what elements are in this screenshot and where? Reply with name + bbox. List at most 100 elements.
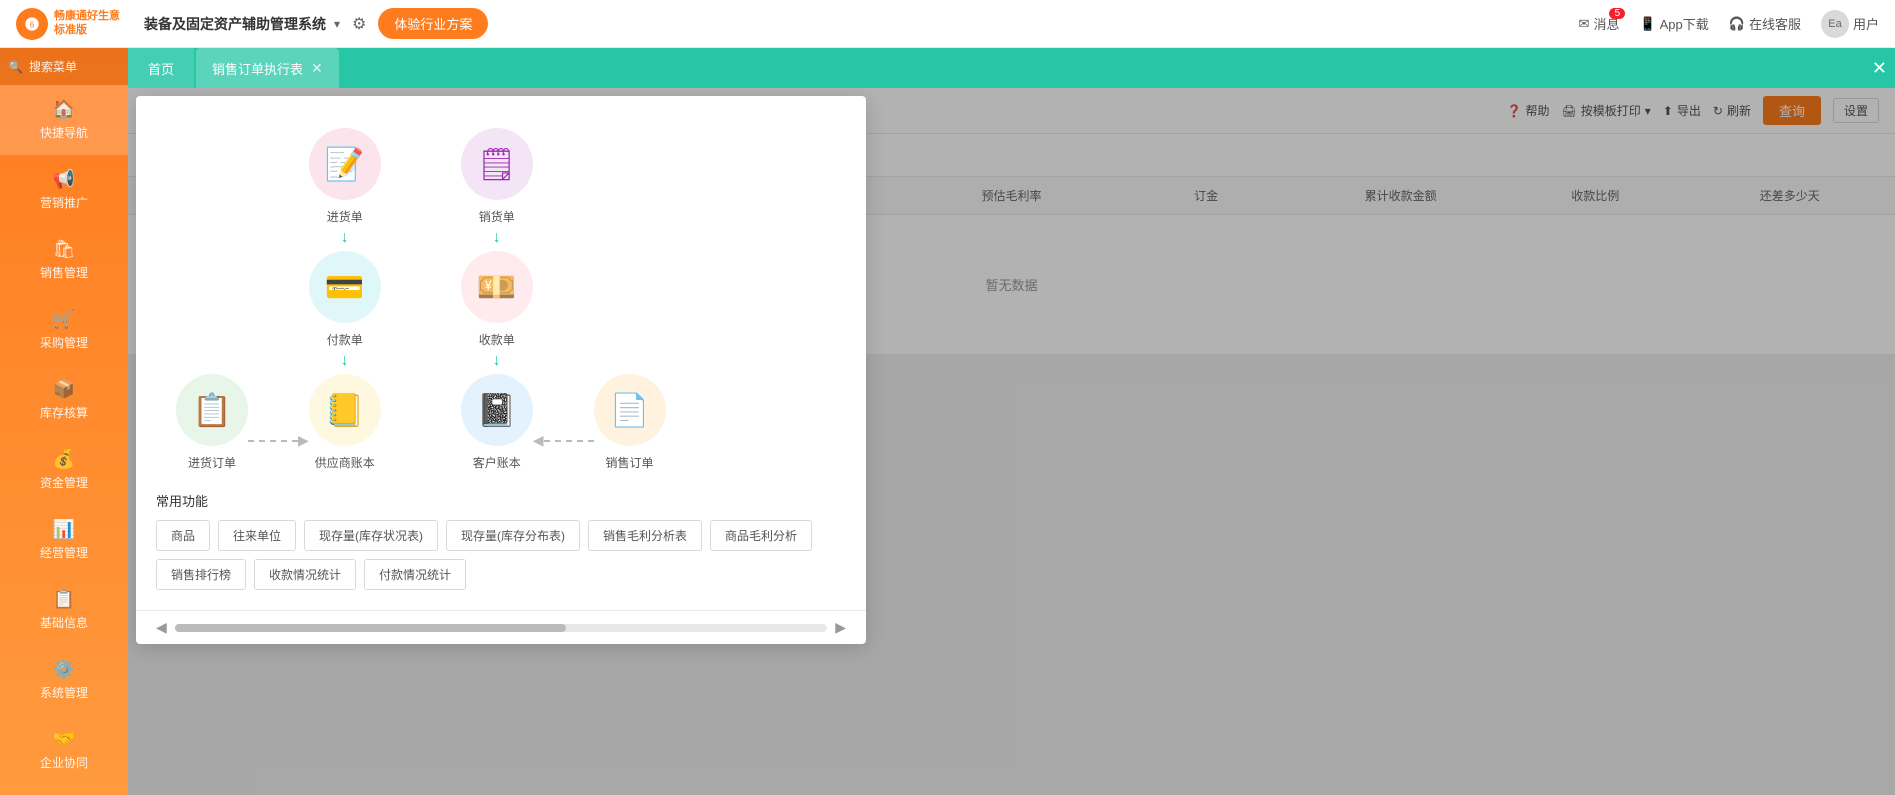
- search-icon: 🔍: [8, 60, 23, 74]
- sidebar-icon-inventory: 📦: [53, 379, 75, 400]
- sidebar-icon-cooperation: 🤝: [53, 729, 75, 750]
- sidebar-item-guide[interactable]: 🧭新手引导: [0, 785, 128, 795]
- flow-circle-purchase-order: 📋: [176, 374, 248, 446]
- sidebar-label-system: 系统管理: [40, 684, 88, 701]
- flow-circle-supplier-ledger: 📒: [309, 374, 381, 446]
- func-button-5[interactable]: 商品毛利分析: [710, 520, 812, 551]
- sidebar-item-finance[interactable]: 💰 资金管理: [0, 435, 128, 505]
- flow-node-sale-order[interactable]: 📄 销售订单: [594, 374, 666, 471]
- system-title-text: 装备及固定资产辅助管理系统: [144, 14, 326, 34]
- func-button-8[interactable]: 付款情况统计: [364, 559, 466, 590]
- tab-bar-right: ✕: [1872, 58, 1895, 79]
- sidebar-icon-sales: 🛍: [53, 239, 76, 260]
- flow-circle-purchase-bill: 📝: [309, 128, 381, 200]
- flow-node-supplier-ledger[interactable]: 📒 供应商账本: [309, 374, 381, 471]
- func-button-0[interactable]: 商品: [156, 520, 210, 551]
- logo-area: 6 畅康通好生意 标准版: [16, 8, 136, 40]
- tab-bar: 首页 销售订单执行表 ✕ ✕: [128, 48, 1895, 88]
- sidebar-search[interactable]: 🔍 搜索菜单: [0, 48, 128, 85]
- scroll-thumb: [175, 624, 566, 632]
- sidebar-icon-purchase: 🛒: [53, 309, 75, 330]
- top-right-area: ✉ 消息 5 📱 App下载 🎧 在线客服 Ea 用户: [1579, 10, 1879, 38]
- sidebar-icon-finance: 💰: [53, 449, 75, 470]
- headset-icon: 🎧: [1729, 16, 1745, 32]
- func-button-6[interactable]: 销售排行榜: [156, 559, 246, 590]
- flow-node-sale-bill[interactable]: 🗒 销货单: [461, 128, 533, 225]
- sidebar-label-purchase: 采购管理: [40, 334, 88, 351]
- sidebar-item-purchase[interactable]: 🛒 采购管理: [0, 295, 128, 365]
- scroll-track[interactable]: [175, 624, 827, 632]
- func-button-2[interactable]: 现存量(库存状况表): [304, 520, 438, 551]
- settings-gear-button[interactable]: ⚙: [352, 14, 366, 34]
- flow-label-purchase-bill: 进货单: [327, 208, 363, 225]
- sidebar-label-base-info: 基础信息: [40, 614, 88, 631]
- avatar: Ea: [1821, 10, 1849, 38]
- sidebar-label-operations: 经营管理: [40, 544, 88, 561]
- flow-circle-sale-bill: 🗒: [461, 128, 533, 200]
- system-title-area: 装备及固定资产辅助管理系统 ▾ ⚙: [144, 14, 366, 34]
- func-button-1[interactable]: 往来单位: [218, 520, 296, 551]
- flow-label-payment: 付款单: [327, 331, 363, 348]
- sidebar-item-quick-nav[interactable]: 🏠 快捷导航: [0, 85, 128, 155]
- sidebar-item-base-info[interactable]: 📋 基础信息: [0, 575, 128, 645]
- scroll-area: ◀ ▶: [136, 610, 866, 644]
- tab-home[interactable]: 首页: [128, 48, 194, 88]
- sidebar-item-marketing[interactable]: 📢营销推广: [0, 155, 128, 225]
- flow-node-payment[interactable]: 💳 付款单: [309, 251, 381, 348]
- system-dropdown-button[interactable]: ▾: [334, 17, 340, 31]
- flow-node-purchase-order[interactable]: 📋 进货订单: [176, 374, 248, 471]
- sidebar-item-operations[interactable]: 📊经营管理: [0, 505, 128, 575]
- flow-node-receipt[interactable]: 💴 收款单: [461, 251, 533, 348]
- arrow-down-purchase: ↓: [341, 229, 349, 247]
- sidebar-label-finance: 资金管理: [40, 474, 88, 491]
- arrow-down-receipt: ↓: [493, 352, 501, 370]
- flow-label-customer-ledger: 客户账本: [473, 454, 521, 471]
- message-icon: ✉: [1579, 16, 1590, 32]
- arrow-down-payment: ↓: [341, 352, 349, 370]
- sidebar-item-system[interactable]: ⚙️系统管理: [0, 645, 128, 715]
- tab-sales-exec[interactable]: 销售订单执行表 ✕: [196, 48, 339, 88]
- flow-circle-payment: 💳: [309, 251, 381, 323]
- svg-text:6: 6: [30, 19, 35, 29]
- tab-collapse-button[interactable]: ✕: [1872, 58, 1887, 79]
- func-button-3[interactable]: 现存量(库存分布表): [446, 520, 580, 551]
- sidebar-icon-base-info: 📋: [53, 589, 75, 610]
- user-button[interactable]: Ea 用户: [1821, 10, 1879, 38]
- app-download-button[interactable]: 📱 App下载: [1639, 14, 1708, 33]
- func-button-7[interactable]: 收款情况统计: [254, 559, 356, 590]
- sidebar: 🔍 搜索菜单 🏠 快捷导航 📢营销推广 🛍 销售管理 🛒 采购管理 📦 库存核算 💰 资金管理 📊经营…: [0, 48, 128, 795]
- sidebar-label-marketing: 营销推广: [40, 194, 88, 211]
- trial-button[interactable]: 体验行业方案: [378, 8, 488, 39]
- flow-area: 📋 进货订单 ▶: [136, 96, 866, 491]
- flow-node-purchase-bill[interactable]: 📝 进货单: [309, 128, 381, 225]
- content-area: 首页 销售订单执行表 ✕ ✕ ❓ 帮助 🖨: [128, 48, 1895, 795]
- main-body: 🔍 搜索菜单 🏠 快捷导航 📢营销推广 🛍 销售管理 🛒 采购管理 📦 库存核算 💰 资金管理 📊经营…: [0, 48, 1895, 795]
- online-service-button[interactable]: 🎧 在线客服: [1729, 14, 1801, 33]
- common-funcs-section: 常用功能 商品往来单位现存量(库存状况表)现存量(库存分布表)销售毛利分析表商品…: [136, 491, 866, 610]
- flow-label-purchase-order: 进货订单: [188, 454, 236, 471]
- message-button[interactable]: ✉ 消息 5: [1579, 14, 1620, 33]
- sidebar-label-quick-nav: 快捷导航: [40, 124, 88, 141]
- flow-label-sale-bill: 销货单: [479, 208, 515, 225]
- phone-icon: 📱: [1639, 16, 1655, 32]
- func-button-4[interactable]: 销售毛利分析表: [588, 520, 702, 551]
- dialog-overlay: 📋 进货订单 ▶: [128, 88, 1895, 795]
- flow-label-sale-order: 销售订单: [606, 454, 654, 471]
- flow-node-customer-ledger[interactable]: 📓 客户账本: [461, 374, 533, 471]
- logo-icon: 6: [16, 8, 48, 40]
- sidebar-label-sales: 销售管理: [40, 264, 88, 281]
- message-badge: 5: [1609, 8, 1625, 19]
- sidebar-item-sales[interactable]: 🛍 销售管理: [0, 225, 128, 295]
- sidebar-item-cooperation[interactable]: 🤝企业协同: [0, 715, 128, 785]
- tab-close-button[interactable]: ✕: [311, 60, 323, 77]
- scroll-right-button[interactable]: ▶: [835, 619, 846, 636]
- flow-circle-receipt: 💴: [461, 251, 533, 323]
- dialog-box: 📋 进货订单 ▶: [136, 96, 866, 644]
- scroll-left-button[interactable]: ◀: [156, 619, 167, 636]
- flow-label-receipt: 收款单: [479, 331, 515, 348]
- sidebar-item-inventory[interactable]: 📦 库存核算: [0, 365, 128, 435]
- func-buttons-row1: 商品往来单位现存量(库存状况表) 现存量(库存分布表) 销售毛利分析表商品毛利分析销…: [156, 520, 846, 590]
- top-bar: 6 畅康通好生意 标准版 装备及固定资产辅助管理系统 ▾ ⚙ 体验行业方案 ✉ …: [0, 0, 1895, 48]
- sidebar-icon-quick-nav: 🏠: [53, 99, 75, 120]
- sidebar-label-inventory: 库存核算: [40, 404, 88, 421]
